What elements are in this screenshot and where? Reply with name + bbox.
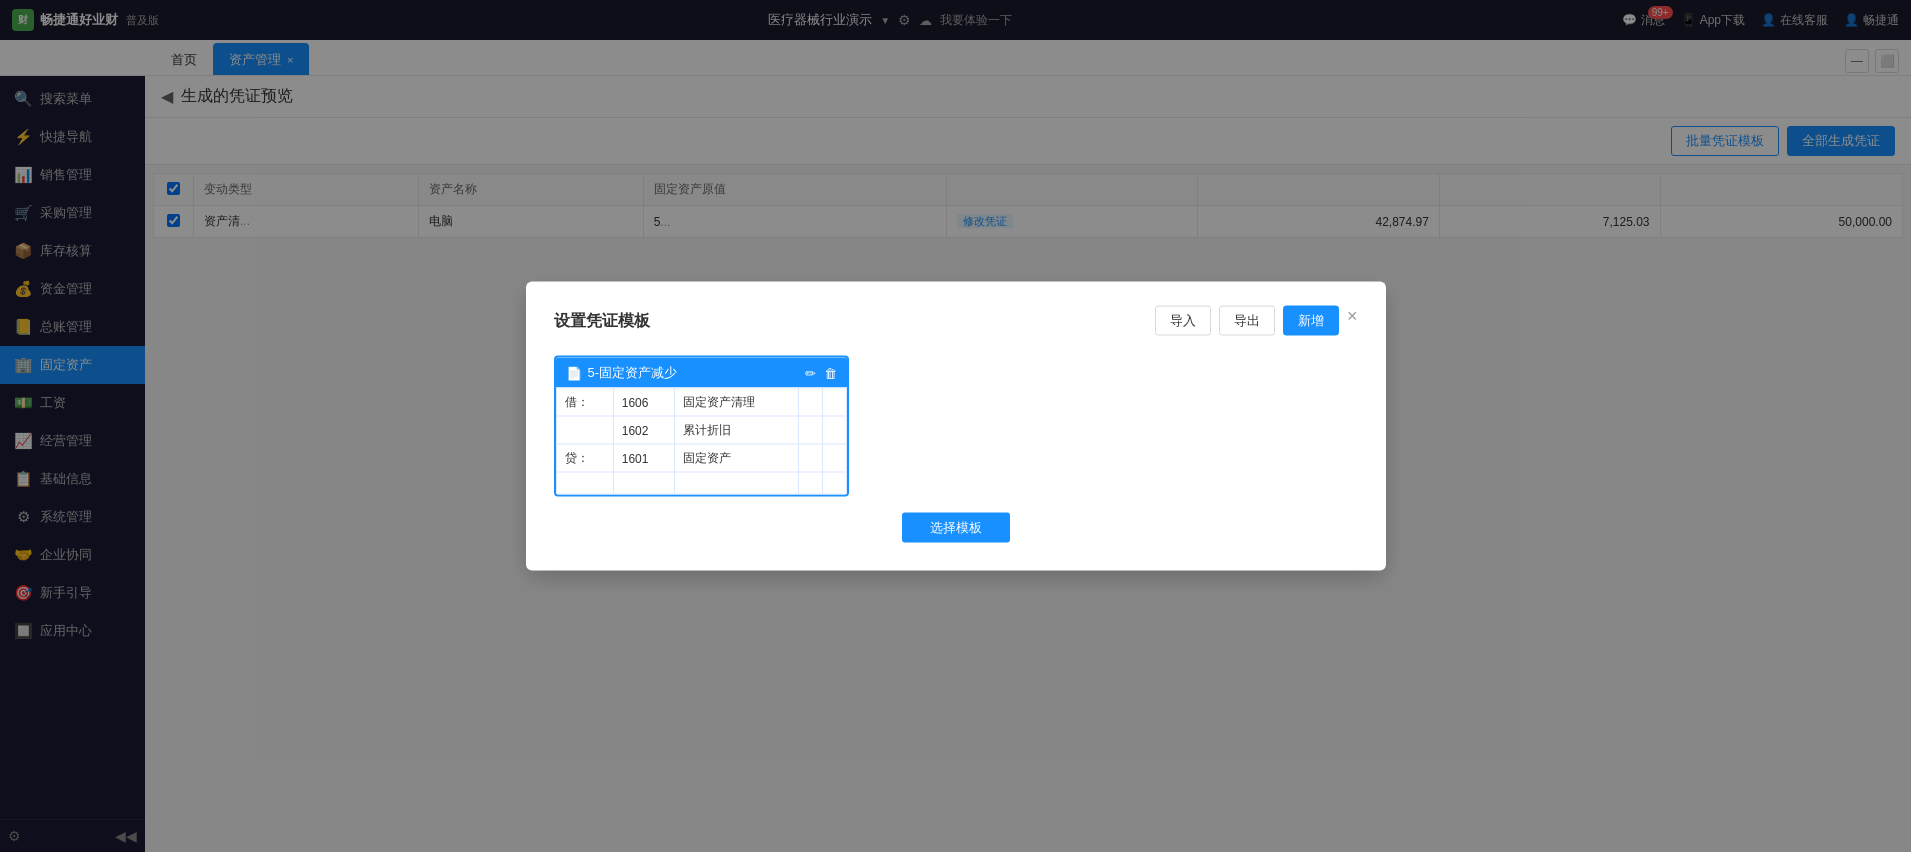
debit-account-2: 累计折旧 xyxy=(674,416,798,444)
credit-direction-1: 贷： xyxy=(556,444,613,472)
template-header-left: 📄 5-固定资产减少 xyxy=(566,364,678,382)
debit-empty-1 xyxy=(822,388,846,416)
debit-direction-1: 借： xyxy=(556,388,613,416)
debit-account-1: 固定资产清理 xyxy=(674,388,798,416)
modal-title: 设置凭证模板 xyxy=(554,310,650,331)
debit-amount-1 xyxy=(799,388,823,416)
debit-row-2: 1602 累计折旧 xyxy=(556,416,846,444)
credit-amount-1 xyxy=(799,444,823,472)
debit-row-1: 借： 1606 固定资产清理 xyxy=(556,388,846,416)
new-button[interactable]: 新增 xyxy=(1283,306,1339,336)
empty-row xyxy=(556,472,846,494)
template-card-header: 📄 5-固定资产减少 ✏ 🗑 xyxy=(556,358,847,388)
debit-code-2: 1602 xyxy=(613,416,674,444)
template-header-right: ✏ 🗑 xyxy=(805,365,837,380)
debit-direction-2 xyxy=(556,416,613,444)
import-button[interactable]: 导入 xyxy=(1155,306,1211,336)
credit-code-1: 1601 xyxy=(613,444,674,472)
template-edit-icon[interactable]: ✏ xyxy=(805,365,816,380)
credit-account-1: 固定资产 xyxy=(674,444,798,472)
template-card-body: 借： 1606 固定资产清理 1602 累计折旧 贷： xyxy=(556,388,847,495)
debit-empty-2 xyxy=(822,416,846,444)
modal-actions: 导入 导出 新增 × xyxy=(1155,306,1358,336)
debit-code-1: 1606 xyxy=(613,388,674,416)
modal-header: 设置凭证模板 导入 导出 新增 × xyxy=(554,306,1358,336)
template-doc-icon: 📄 xyxy=(566,365,582,380)
voucher-template-modal: 设置凭证模板 导入 导出 新增 × 📄 5-固定资产减少 ✏ 🗑 借： xyxy=(526,282,1386,571)
template-accounts-table: 借： 1606 固定资产清理 1602 累计折旧 贷： xyxy=(556,388,847,495)
select-template-button[interactable]: 选择模板 xyxy=(902,513,1010,543)
modal-close-button[interactable]: × xyxy=(1347,306,1358,336)
template-name: 5-固定资产减少 xyxy=(588,364,678,382)
template-card: 📄 5-固定资产减少 ✏ 🗑 借： 1606 固定资产清理 xyxy=(554,356,849,497)
credit-empty-1 xyxy=(822,444,846,472)
template-delete-icon[interactable]: 🗑 xyxy=(824,365,837,380)
export-button[interactable]: 导出 xyxy=(1219,306,1275,336)
debit-amount-2 xyxy=(799,416,823,444)
credit-row-1: 贷： 1601 固定资产 xyxy=(556,444,846,472)
